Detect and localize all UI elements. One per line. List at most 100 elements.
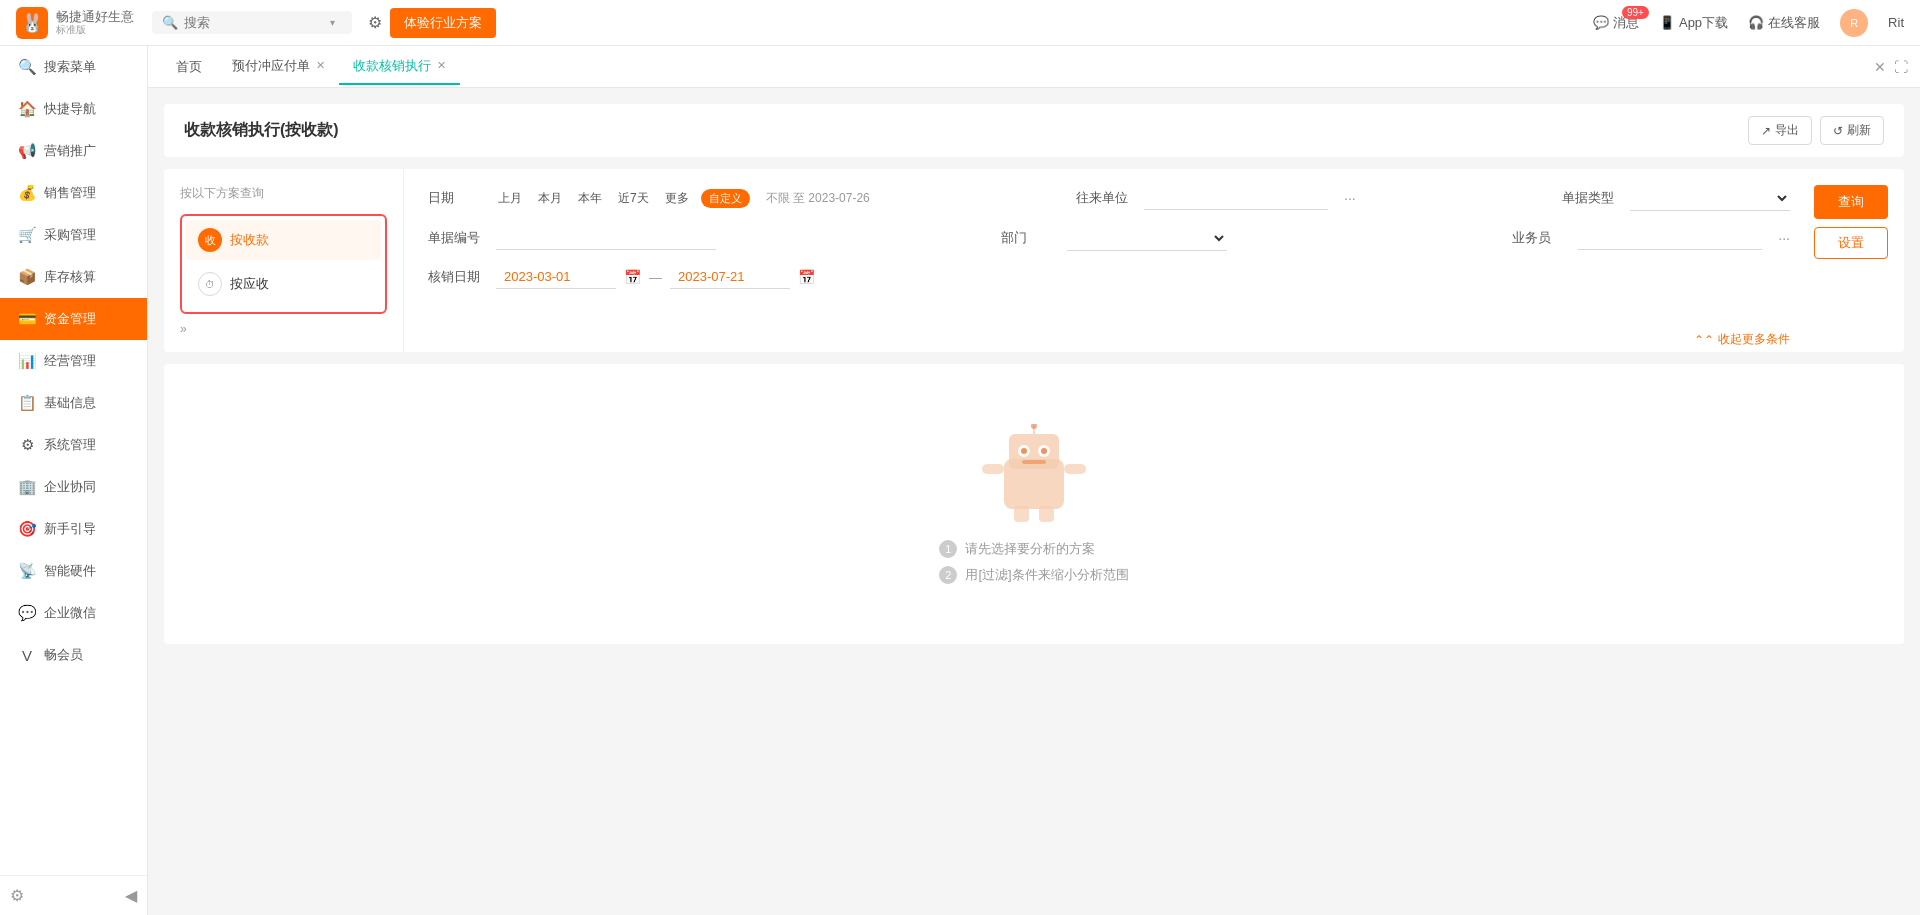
date-7days[interactable]: 近7天 [614,188,653,209]
search-icon: 🔍 [162,15,178,30]
tab-close-all-icon[interactable]: ✕ [1874,59,1886,75]
sidebar-item-enterprise[interactable]: 🏢 企业协同 [0,466,147,508]
app-download-button[interactable]: 📱 App下载 [1659,14,1728,32]
building-icon: 🏢 [18,478,36,496]
svg-point-5 [1041,448,1047,454]
sidebar-item-guide[interactable]: 🎯 新手引导 [0,508,147,550]
top-bar-right: 💬 消息 99+ 📱 App下载 🎧 在线客服 R Rit [1593,9,1904,37]
date-last-month[interactable]: 上月 [494,188,526,209]
user-avatar[interactable]: R [1840,9,1868,37]
sidebar-item-search-menu[interactable]: 🔍 搜索菜单 [0,46,147,88]
sidebar-item-marketing[interactable]: 📢 营销推广 [0,130,147,172]
filter-row-1: 日期 上月 本月 本年 近7天 更多 自定义 不限 至 2023-07-26 [428,185,1790,211]
refresh-button[interactable]: ↺ 刷新 [1820,116,1884,145]
counterpart-input[interactable] [1144,186,1328,210]
tab-prepay[interactable]: 预付冲应付单 ✕ [218,49,339,85]
page-header: 收款核销执行(按收款) ↗ 导出 ↺ 刷新 [164,104,1904,157]
sidebar-settings-icon[interactable]: ⚙ [10,886,24,905]
date-shortcuts: 上月 本月 本年 近7天 更多 自定义 [494,188,750,209]
page-actions: ↗ 导出 ↺ 刷新 [1748,116,1884,145]
robot-illustration [974,424,1094,524]
date-custom-badge[interactable]: 自定义 [701,189,750,208]
filter-settings-button[interactable]: 设置 [1814,227,1888,259]
offset-date-end[interactable] [670,265,790,289]
filter-scheme-by-receivable[interactable]: ⏱ 按应收 [186,264,381,304]
filter-fields: 日期 上月 本月 本年 近7天 更多 自定义 不限 至 2023-07-26 [404,169,1814,327]
svg-rect-10 [1039,506,1054,522]
app-download-icon: 📱 [1659,15,1675,30]
staff-input[interactable] [1578,226,1762,250]
svg-point-4 [1021,448,1027,454]
sidebar-item-basic-info[interactable]: 📋 基础信息 [0,382,147,424]
member-icon: V [18,647,36,664]
sidebar-collapse-icon[interactable]: ◀ [125,886,137,905]
message-button[interactable]: 💬 消息 99+ [1593,14,1639,32]
search-icon: 🔍 [18,58,36,76]
collapse-more-button[interactable]: ⌃⌃ 收起更多条件 [404,327,1814,352]
clipboard-icon: 📋 [18,394,36,412]
app-version: 标准版 [56,24,134,36]
home-icon: 🏠 [18,100,36,118]
date-this-year[interactable]: 本年 [574,188,606,209]
industry-button[interactable]: 体验行业方案 [390,8,496,38]
chevron-down-icon[interactable]: ▾ [330,17,335,28]
filter-scheme-by-receipt[interactable]: 收 按收款 [186,220,381,260]
search-bar[interactable]: 🔍 ▾ [152,11,352,34]
cart-icon: 🛒 [18,226,36,244]
page-title: 收款核销执行(按收款) [184,120,339,141]
dept-select[interactable] [1067,225,1227,251]
top-bar-left: 🐰 畅捷通好生意 标准版 🔍 ▾ ⚙ 体验行业方案 [16,7,1593,39]
date-more[interactable]: 更多 [661,188,693,209]
settings-icon[interactable]: ⚙ [368,13,382,32]
hint-num-1: 1 [939,540,957,558]
export-button[interactable]: ↗ 导出 [1748,116,1812,145]
voucher-type-select[interactable] [1630,185,1790,211]
tab-receipt-offset[interactable]: 收款核销执行 ✕ [339,49,460,85]
main-content: 首页 预付冲应付单 ✕ 收款核销执行 ✕ ✕ ⛶ 收款核销执行(按收款) ↗ [148,46,1920,915]
tab-close-prepay[interactable]: ✕ [316,59,325,72]
sidebar-item-quick-nav[interactable]: 🏠 快捷导航 [0,88,147,130]
date-this-month[interactable]: 本月 [534,188,566,209]
sidebar: 🔍 搜索菜单 🏠 快捷导航 📢 营销推广 💰 销售管理 🛒 采购管理 📦 库存核… [0,46,148,915]
message-icon: 💬 [1593,15,1609,30]
refresh-icon: ↺ [1833,124,1843,138]
sidebar-item-purchase[interactable]: 🛒 采购管理 [0,214,147,256]
sidebar-item-finance[interactable]: 💳 资金管理 [0,298,147,340]
voucher-no-input[interactable] [496,226,716,250]
online-service-button[interactable]: 🎧 在线客服 [1748,14,1820,32]
staff-label: 业务员 [1512,229,1562,247]
tab-bar: 首页 预付冲应付单 ✕ 收款核销执行 ✕ ✕ ⛶ [148,46,1920,88]
receipt-icon: 收 [198,228,222,252]
tab-close-receipt-offset[interactable]: ✕ [437,59,446,72]
sidebar-item-member[interactable]: V 畅会员 [0,634,147,676]
search-input[interactable] [184,15,324,30]
calendar-end-icon[interactable]: 📅 [798,269,815,285]
filter-row-2: 单据编号 部门 业务员 ··· [428,225,1790,251]
sidebar-item-system[interactable]: ⚙ 系统管理 [0,424,147,466]
svg-rect-8 [1064,464,1086,474]
top-bar: 🐰 畅捷通好生意 标准版 🔍 ▾ ⚙ 体验行业方案 💬 消息 99+ 📱 App… [0,0,1920,46]
filter-scheme-title: 按以下方案查询 [180,185,387,202]
sidebar-item-operations[interactable]: 📊 经营管理 [0,340,147,382]
chevron-up-icon: ⌃⌃ [1694,333,1714,347]
tab-fullscreen-icon[interactable]: ⛶ [1894,59,1908,75]
query-button[interactable]: 查询 [1814,185,1888,219]
staff-dots[interactable]: ··· [1778,230,1790,246]
empty-hint-1: 1 请先选择要分析的方案 [939,540,1128,558]
filter-actions: 查询 设置 [1814,169,1904,352]
sidebar-item-sales[interactable]: 💰 销售管理 [0,172,147,214]
chart-icon: 📊 [18,352,36,370]
scheme-collapse-arrow[interactable]: » [180,322,387,336]
svg-rect-7 [982,464,1004,474]
guide-icon: 🎯 [18,520,36,538]
offset-date-start[interactable] [496,265,616,289]
message-badge: 99+ [1622,6,1649,19]
voucher-type-label: 单据类型 [1562,189,1614,207]
calendar-start-icon[interactable]: 📅 [624,269,641,285]
sidebar-item-hardware[interactable]: 📡 智能硬件 [0,550,147,592]
tab-home[interactable]: 首页 [160,50,218,84]
sidebar-item-wechat[interactable]: 💬 企业微信 [0,592,147,634]
empty-state: 1 请先选择要分析的方案 2 用[过滤]条件来缩小分析范围 [164,364,1904,644]
counterpart-dots[interactable]: ··· [1344,190,1356,206]
sidebar-item-inventory[interactable]: 📦 库存核算 [0,256,147,298]
